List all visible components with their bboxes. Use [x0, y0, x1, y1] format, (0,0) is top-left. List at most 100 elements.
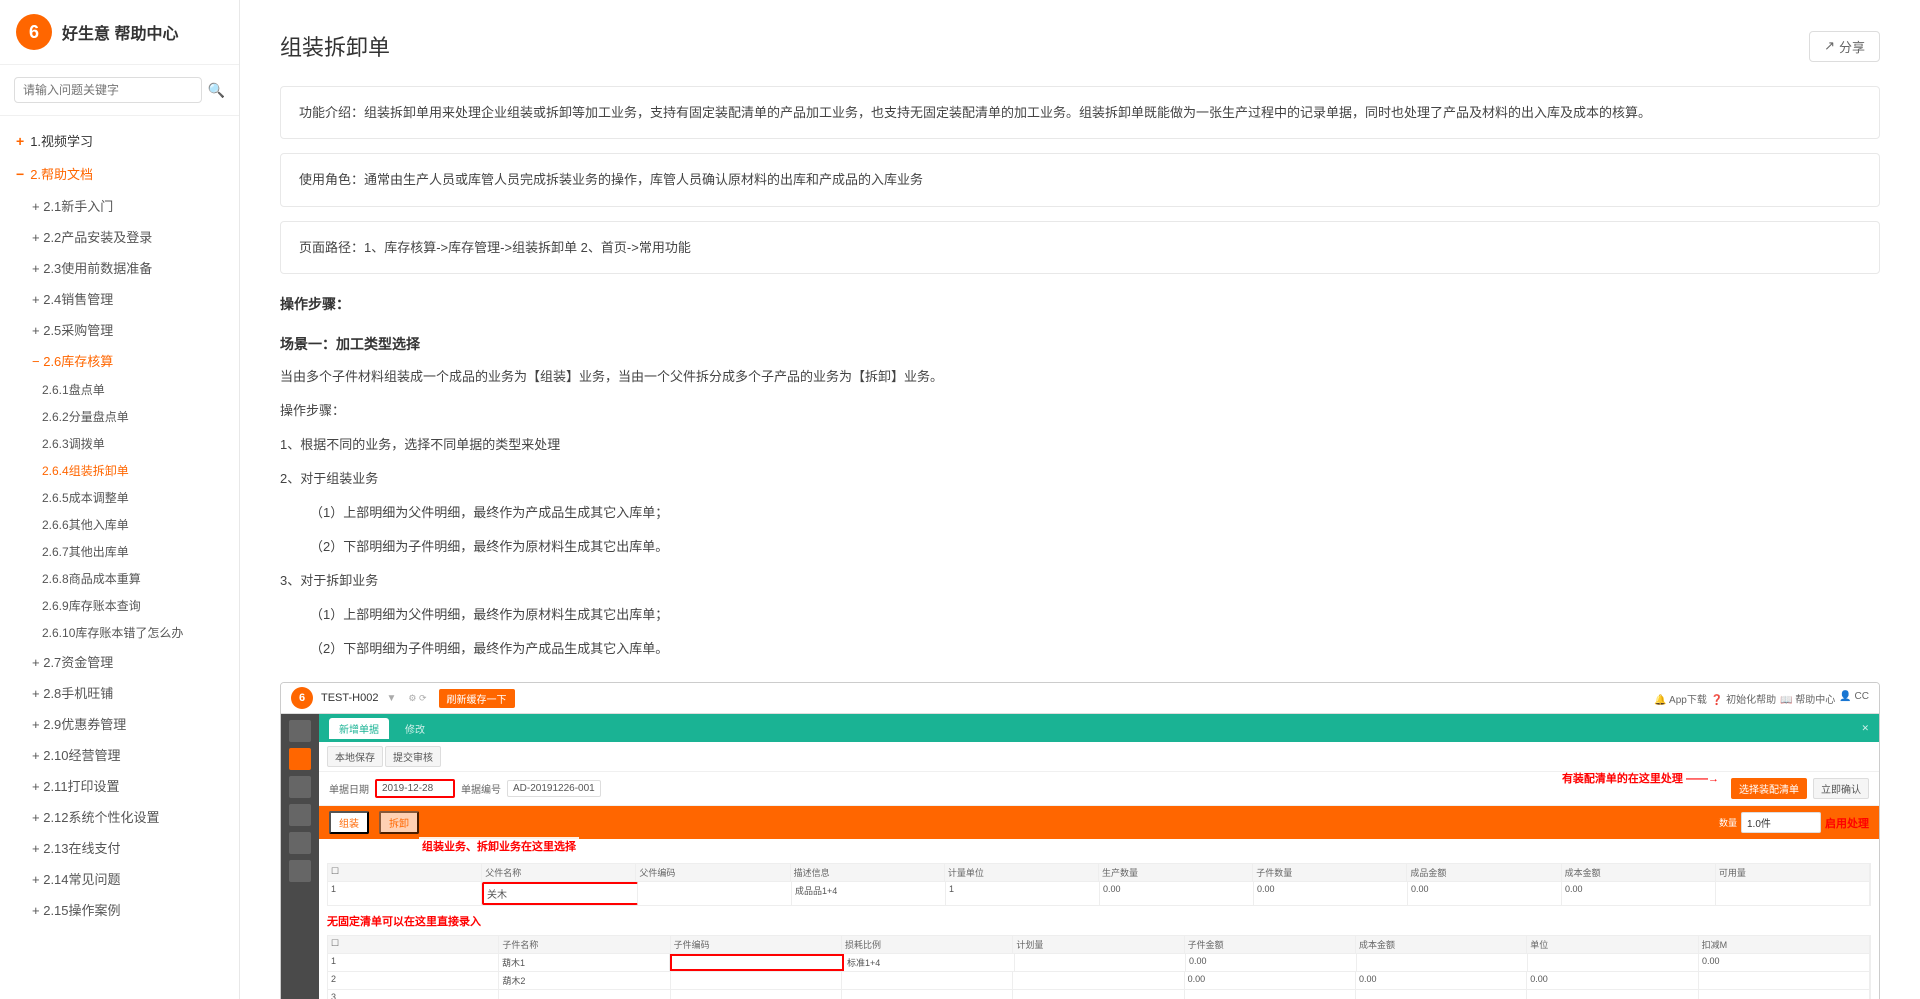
mock-annotation-4: 无固定清单可以在这里直接录入	[327, 916, 481, 928]
mock-cell-parent-name[interactable]: 关木	[482, 882, 638, 905]
steps-label: 操作步骤：	[280, 294, 1880, 314]
mock-icon-user: 👤 CC	[1839, 691, 1869, 706]
mock-icons: 🔔 App下载 ❓ 初始化帮助 📖 帮助中心 👤 CC	[1654, 691, 1869, 706]
mock-col-sub-code: 子件编码	[671, 936, 842, 953]
sidebar-item-online-pay[interactable]: + 2.13在线支付	[16, 832, 239, 863]
mock-col-prod-amt: 成品金额	[1407, 864, 1561, 881]
search-area[interactable]: 🔍	[0, 65, 239, 116]
path-text: 页面路径：1、库存核算->库存管理->组装拆卸单 2、首页->常用功能	[299, 240, 691, 255]
mock-btn-save[interactable]: 本地保存	[327, 746, 383, 767]
mock-bottom-row-1: 1葫木1标准1+40.000.00	[327, 954, 1871, 972]
mock-cell-unit: 1	[946, 882, 1100, 905]
page-title: 组装拆卸单	[280, 30, 390, 62]
mock-disassemble-btn[interactable]: 拆卸	[379, 811, 419, 834]
mock-cell-parent-code[interactable]	[638, 882, 792, 905]
mock-top-table-wrapper: ☐ 父件名称 父件编码 描述信息 计量单位 生产数量 子件数量 成品金额 成本金…	[319, 859, 1879, 910]
sidebar-item-case[interactable]: + 2.15操作案例	[16, 894, 239, 925]
mock-nav-icon-6[interactable]	[289, 860, 311, 882]
mock-qty-input[interactable]: 1.0件	[1741, 812, 1821, 833]
sidebar-item-cost-adjust[interactable]: 2.6.5成本调整单	[30, 484, 239, 511]
steps-intro: 操作步骤：	[280, 398, 1880, 424]
mock-tab-edit[interactable]: 修改	[397, 718, 433, 739]
sidebar-item-sales[interactable]: + 2.4销售管理	[16, 283, 239, 314]
sidebar-item-transfer[interactable]: 2.6.3调拨单	[30, 430, 239, 457]
mock-date-input[interactable]: 2019-12-28	[375, 779, 455, 798]
sidebar-item-label-docs: 2.帮助文档	[30, 164, 93, 183]
sidebar-item-partial-stocktake[interactable]: 2.6.2分量盘点单	[30, 403, 239, 430]
mock-annotation-1: 有装配清单的在这里处理 ——→	[1562, 770, 1719, 786]
logo-icon: 6	[16, 14, 52, 50]
sidebar-item-coupon[interactable]: + 2.9优惠券管理	[16, 708, 239, 739]
step3-1: （1）上部明细为父件明细，最终作为原材料生成其它出库单；	[280, 602, 1880, 628]
sidebar-item-stocktake[interactable]: 2.6.1盘点单	[30, 376, 239, 403]
sidebar-item-print[interactable]: + 2.11打印设置	[16, 770, 239, 801]
search-input[interactable]	[14, 77, 202, 103]
search-icon[interactable]: 🔍	[208, 82, 225, 99]
mock-cell-cost-amt: 0.00	[1562, 882, 1716, 905]
sidebar-item-purchase[interactable]: + 2.5采购管理	[16, 314, 239, 345]
mock-col-parent-code: 父件编码	[636, 864, 790, 881]
mock-tab-close[interactable]: ✕	[1861, 723, 1869, 734]
sidebar-item-mobile[interactable]: + 2.8手机旺铺	[16, 677, 239, 708]
mock-nav-icon-5[interactable]	[289, 832, 311, 854]
logo-area: 6 好生意 帮助中心	[0, 0, 239, 65]
scene1-desc: 当由多个子件材料组装成一个成品的业务为【组装】业务，当由一个父件拆分成多个子产品…	[280, 364, 1880, 390]
nav-section-video: + 1.视频学习	[0, 124, 239, 157]
mock-bottom-table-header: ☐ 子件名称 子件编码 损耗比例 计划量 子件金额 成本金额 单位 扣减M	[327, 935, 1871, 954]
sidebar-item-inventory-error[interactable]: 2.6.10库存账本错了怎么办	[30, 619, 239, 646]
mock-cell-desc: 成品品1+4	[792, 882, 946, 905]
mock-refresh-btn[interactable]: 刷新缓存一下	[439, 689, 515, 708]
mock-nav-icon-4[interactable]	[289, 804, 311, 826]
mock-cell-prod-qty: 0.00	[1100, 882, 1254, 905]
mock-annotation-4-area: 无固定清单可以在这里直接录入	[319, 910, 1879, 931]
sidebar-item-beginner[interactable]: + 2.1新手入门	[16, 190, 239, 221]
mock-assemble-btn[interactable]: 组装	[329, 811, 369, 834]
sidebar-item-mgmt[interactable]: + 2.10经营管理	[16, 739, 239, 770]
share-button[interactable]: ↗ 分享	[1809, 31, 1880, 62]
mock-topbar: 6 TEST-H002 ▼ ⚙ ⟳ 刷新缓存一下 🔔 App下载 ❓ 初始化帮助…	[281, 683, 1879, 714]
nav-tree: + 1.视频学习 − 2.帮助文档 + 2.1新手入门 + 2.2产品安装及登录…	[0, 116, 239, 999]
sidebar-item-docs[interactable]: − 2.帮助文档	[0, 157, 239, 190]
sidebar-item-faq[interactable]: + 2.14常见问题	[16, 863, 239, 894]
mock-tab-row: 新增单据 修改 ✕	[319, 714, 1879, 742]
mock-btn-submit[interactable]: 提交审核	[385, 746, 441, 767]
mock-left-nav	[281, 714, 319, 999]
step2-title: 2、对于组装业务	[280, 466, 1880, 492]
sidebar-item-prepare[interactable]: + 2.3使用前数据准备	[16, 252, 239, 283]
role-text: 使用角色：通常由生产人员或库管人员完成拆装业务的操作，库管人员确认原材料的出库和…	[299, 172, 923, 187]
nav-children-docs: + 2.1新手入门 + 2.2产品安装及登录 + 2.3使用前数据准备 + 2.…	[0, 190, 239, 925]
main-content: 组装拆卸单 ↗ 分享 功能介绍：组装拆卸单用来处理企业组装或拆卸等加工业务，支持…	[240, 0, 1920, 999]
share-icon: ↗	[1824, 38, 1835, 54]
sidebar-item-personalize[interactable]: + 2.12系统个性化设置	[16, 801, 239, 832]
sidebar-item-other-out[interactable]: 2.6.7其他出库单	[30, 538, 239, 565]
mock-col-check2: ☐	[328, 936, 499, 953]
sidebar-item-install[interactable]: + 2.2产品安装及登录	[16, 221, 239, 252]
mock-confirm-btn[interactable]: 立即确认	[1813, 778, 1869, 799]
mock-col-check: ☐	[328, 864, 482, 881]
mock-nav-icon-2[interactable]	[289, 748, 311, 770]
mock-nav-icon-1[interactable]	[289, 720, 311, 742]
sidebar-item-inventory-query[interactable]: 2.6.9库存账本查询	[30, 592, 239, 619]
mock-icon-app: 🔔 App下载	[1654, 691, 1706, 706]
minus-icon: −	[32, 354, 43, 369]
intro-box: 功能介绍：组装拆卸单用来处理企业组装或拆卸等加工业务，支持有固定装配清单的产品加…	[280, 86, 1880, 139]
mock-qty-label: 数量	[1719, 816, 1737, 829]
mock-col-deduct: 扣减M	[1699, 936, 1870, 953]
mock-cell-check[interactable]: 1	[328, 882, 482, 905]
sidebar-item-finance[interactable]: + 2.7资金管理	[16, 646, 239, 677]
mock-col-avail: 可用量	[1716, 864, 1870, 881]
mock-select-bom-btn[interactable]: 选择装配清单	[1731, 778, 1807, 799]
mock-body: 新增单据 修改 ✕ 本地保存 提交审核	[281, 714, 1879, 999]
sidebar-item-cost-recalc[interactable]: 2.6.8商品成本重算	[30, 565, 239, 592]
plus-icon: +	[32, 261, 43, 276]
mock-num-input[interactable]: AD-20191226-001	[507, 780, 601, 797]
mock-tab-new[interactable]: 新增单据	[329, 718, 389, 739]
mock-company: TEST-H002	[321, 692, 378, 704]
sidebar-item-video[interactable]: + 1.视频学习	[0, 124, 239, 157]
sidebar-item-inventory[interactable]: − 2.6库存核算	[16, 345, 239, 376]
mock-nav-icon-3[interactable]	[289, 776, 311, 798]
mock-col-unit: 计量单位	[945, 864, 1099, 881]
role-box: 使用角色：通常由生产人员或库管人员完成拆装业务的操作，库管人员确认原材料的出库和…	[280, 153, 1880, 206]
sidebar-item-assembly[interactable]: 2.6.4组装拆卸单	[30, 457, 239, 484]
sidebar-item-other-in[interactable]: 2.6.6其他入库单	[30, 511, 239, 538]
